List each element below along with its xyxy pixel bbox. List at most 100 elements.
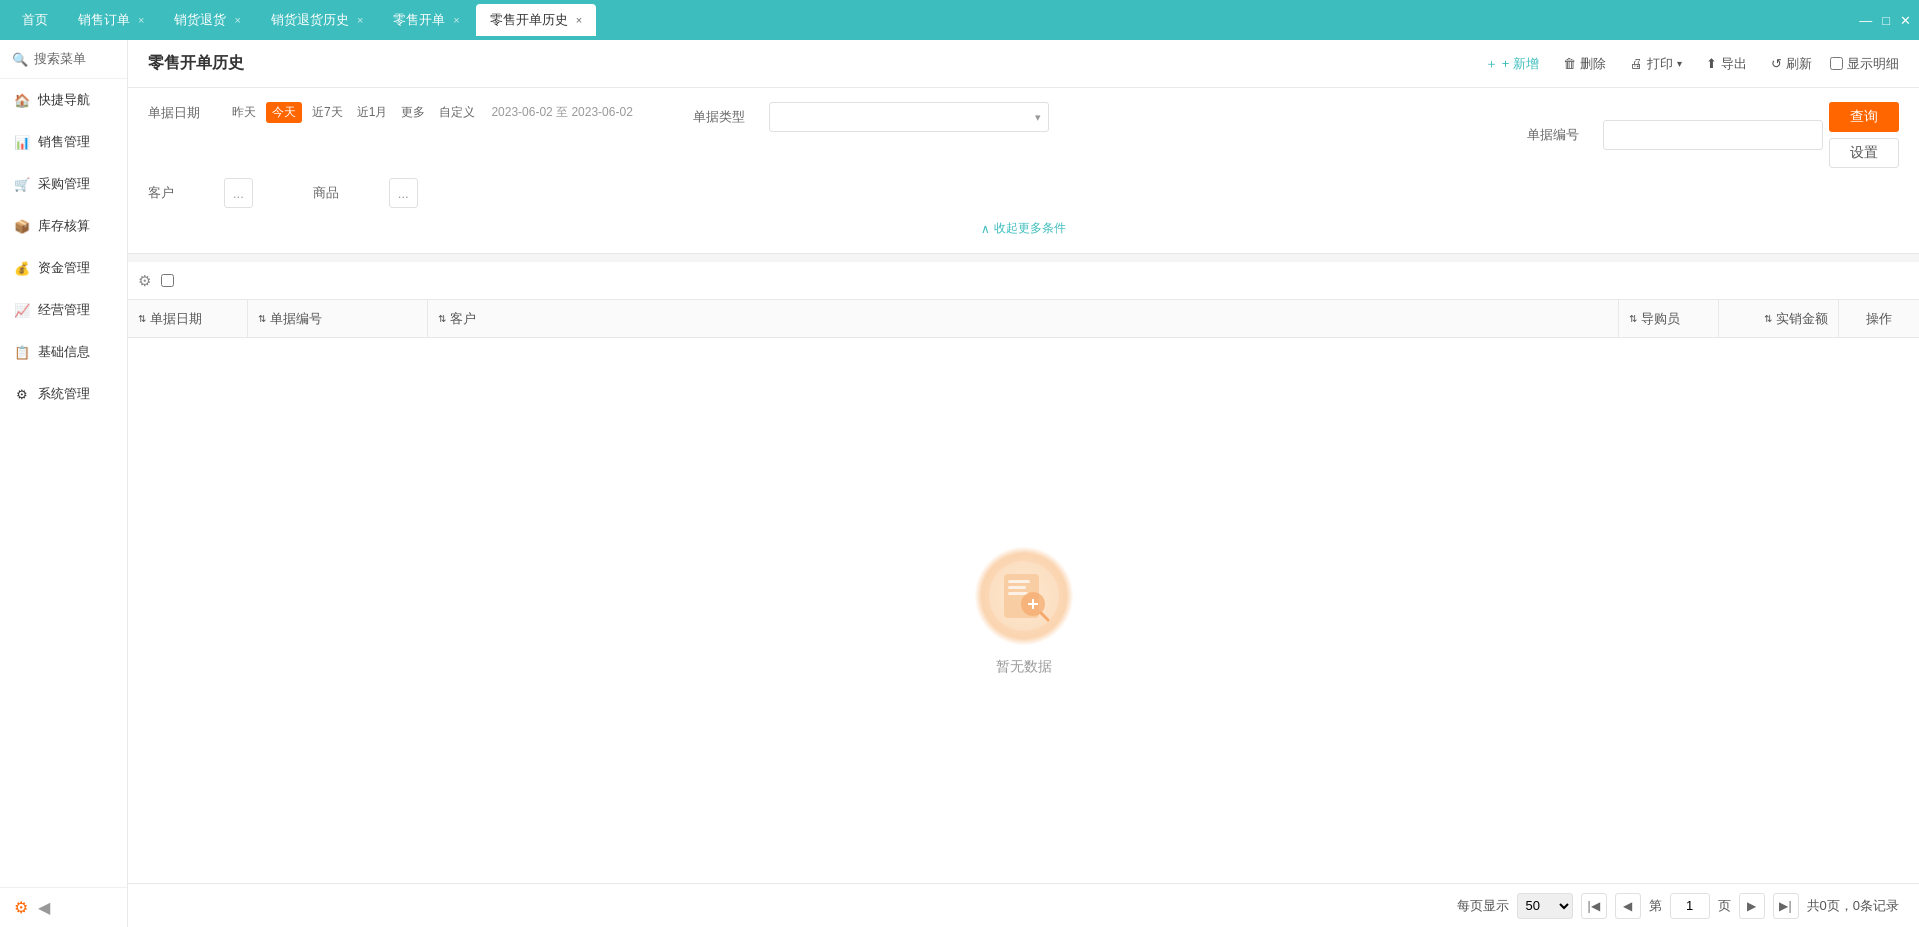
sidebar-item-system-label: 系统管理 xyxy=(38,385,90,403)
sidebar-search-label: 搜索菜单 xyxy=(34,50,86,68)
window-controls: — □ ✕ xyxy=(1859,13,1911,28)
sort-amount-icon[interactable]: ⇅ xyxy=(1764,313,1772,324)
print-icon: 🖨 xyxy=(1630,56,1643,71)
customer-select-btn[interactable]: ... xyxy=(224,178,253,208)
last7days-btn[interactable]: 近7天 xyxy=(308,102,347,123)
tab-sales-order-close[interactable]: × xyxy=(138,14,144,26)
th-operation-label: 操作 xyxy=(1866,310,1892,328)
select-all-checkbox[interactable] xyxy=(161,274,174,287)
query-button[interactable]: 查询 xyxy=(1829,102,1899,132)
sidebar-item-quick-nav-label: 快捷导航 xyxy=(38,91,90,109)
sidebar-item-purchase-mgmt-label: 采购管理 xyxy=(38,175,90,193)
last1month-btn[interactable]: 近1月 xyxy=(353,102,392,123)
sidebar-item-quick-nav[interactable]: 🏠 快捷导航 xyxy=(0,79,127,121)
more-date-btn[interactable]: 更多 xyxy=(397,102,429,123)
settings-gear-icon[interactable]: ⚙ xyxy=(14,898,28,917)
collapse-bar[interactable]: ∧ 收起更多条件 xyxy=(148,214,1899,239)
tab-sales-order[interactable]: 销售订单 × xyxy=(64,4,158,36)
sort-guide-icon[interactable]: ⇅ xyxy=(1629,313,1637,324)
export-button[interactable]: ⬆ 导出 xyxy=(1700,51,1753,77)
type-select-wrap: ▾ xyxy=(769,102,1049,132)
refresh-label: 刷新 xyxy=(1786,55,1812,73)
empty-text: 暂无数据 xyxy=(996,658,1052,676)
toolbar: ＋ + 新增 🗑 删除 🖨 打印 ▾ ⬆ 导出 ↺ xyxy=(1479,51,1899,77)
th-customer-label: 客户 xyxy=(450,310,476,328)
table-container: ⚙ ⇅ 单据日期 ⇅ 单据编号 ⇅ 客户 ⇅ 导购员 xyxy=(128,262,1919,883)
th-number: ⇅ 单据编号 xyxy=(248,300,428,337)
table-toolbar: ⚙ xyxy=(128,262,1919,300)
maximize-btn[interactable]: □ xyxy=(1882,13,1890,28)
customer-filter-label: 客户 xyxy=(148,184,218,202)
delete-button[interactable]: 🗑 删除 xyxy=(1557,51,1612,77)
sort-customer-icon[interactable]: ⇅ xyxy=(438,313,446,324)
sidebar-item-operations[interactable]: 📈 经营管理 xyxy=(0,289,127,331)
sidebar-item-sales-mgmt[interactable]: 📊 销售管理 xyxy=(0,121,127,163)
main-layout: 🔍 搜索菜单 🏠 快捷导航 📊 销售管理 🛒 采购管理 📦 库存核算 💰 资金管… xyxy=(0,40,1919,927)
sidebar-item-basic-info[interactable]: 📋 基础信息 xyxy=(0,331,127,373)
sidebar-item-purchase-mgmt[interactable]: 🛒 采购管理 xyxy=(0,163,127,205)
empty-svg xyxy=(984,556,1064,636)
tab-home[interactable]: 首页 xyxy=(8,4,62,36)
page-size-label: 每页显示 xyxy=(1457,897,1509,915)
collapse-label: 收起更多条件 xyxy=(994,220,1066,237)
yesterday-btn[interactable]: 昨天 xyxy=(228,102,260,123)
tab-sales-return-close[interactable]: × xyxy=(234,14,240,26)
tab-sales-return-history-label: 销货退货历史 xyxy=(271,11,349,29)
sort-number-icon[interactable]: ⇅ xyxy=(258,313,266,324)
delete-icon: 🗑 xyxy=(1563,56,1576,71)
table-header: ⇅ 单据日期 ⇅ 单据编号 ⇅ 客户 ⇅ 导购员 ⇅ 实销金额 xyxy=(128,300,1919,338)
filter-panel: 单据日期 昨天 今天 近7天 近1月 更多 自定义 2023-06-02 至 2… xyxy=(128,88,1919,254)
sidebar-search[interactable]: 🔍 搜索菜单 xyxy=(0,40,127,79)
quick-nav-icon: 🏠 xyxy=(14,92,30,108)
tab-retail-open[interactable]: 零售开单 × xyxy=(379,4,473,36)
page-label-pre: 第 xyxy=(1649,897,1662,915)
tab-sales-return-history[interactable]: 销货退货历史 × xyxy=(257,4,377,36)
sidebar-item-finance[interactable]: 💰 资金管理 xyxy=(0,247,127,289)
tab-retail-open-close[interactable]: × xyxy=(453,14,459,26)
show-detail-wrapper: 显示明细 xyxy=(1830,55,1899,73)
finance-icon: 💰 xyxy=(14,260,30,276)
tab-sales-return[interactable]: 销货退货 × xyxy=(160,4,254,36)
setting-button[interactable]: 设置 xyxy=(1829,138,1899,168)
refresh-button[interactable]: ↺ 刷新 xyxy=(1765,51,1818,77)
operations-icon: 📈 xyxy=(14,302,30,318)
custom-date-btn[interactable]: 自定义 xyxy=(435,102,479,123)
date-range-display: 2023-06-02 至 2023-06-02 xyxy=(491,104,632,121)
sidebar-item-inventory[interactable]: 📦 库存核算 xyxy=(0,205,127,247)
tab-bar: 首页 销售订单 × 销货退货 × 销货退货历史 × 零售开单 × 零售开单历史 … xyxy=(0,0,1919,40)
table-settings-icon[interactable]: ⚙ xyxy=(138,272,151,290)
number-input[interactable] xyxy=(1603,120,1823,150)
tab-sales-return-history-close[interactable]: × xyxy=(357,14,363,26)
today-btn[interactable]: 今天 xyxy=(266,102,302,123)
sidebar-item-system[interactable]: ⚙ 系统管理 xyxy=(0,373,127,415)
empty-illustration xyxy=(974,546,1074,646)
last-page-btn[interactable]: ▶| xyxy=(1773,893,1799,919)
page-number-input[interactable] xyxy=(1670,893,1710,919)
th-date: ⇅ 单据日期 xyxy=(128,300,248,337)
number-filter-label: 单据编号 xyxy=(1527,126,1597,144)
first-page-btn[interactable]: |◀ xyxy=(1581,893,1607,919)
export-label: 导出 xyxy=(1721,55,1747,73)
show-detail-checkbox[interactable] xyxy=(1830,57,1843,70)
type-select[interactable] xyxy=(769,102,1049,132)
type-filter-label: 单据类型 xyxy=(693,108,763,126)
tab-retail-history[interactable]: 零售开单历史 × xyxy=(476,4,596,36)
sidebar-item-finance-label: 资金管理 xyxy=(38,259,90,277)
next-page-btn[interactable]: ▶ xyxy=(1739,893,1765,919)
system-icon: ⚙ xyxy=(14,386,30,402)
print-button[interactable]: 🖨 打印 ▾ xyxy=(1624,51,1688,77)
th-amount: ⇅ 实销金额 xyxy=(1719,300,1839,337)
tab-retail-history-close[interactable]: × xyxy=(576,14,582,26)
th-number-label: 单据编号 xyxy=(270,310,322,328)
tab-retail-history-label: 零售开单历史 xyxy=(490,11,568,29)
goods-select-btn[interactable]: ... xyxy=(389,178,418,208)
close-btn[interactable]: ✕ xyxy=(1900,13,1911,28)
page-size-select[interactable]: 50 100 200 xyxy=(1517,893,1573,919)
minimize-btn[interactable]: — xyxy=(1859,13,1872,28)
add-button[interactable]: ＋ + 新增 xyxy=(1479,51,1545,77)
prev-page-btn[interactable]: ◀ xyxy=(1615,893,1641,919)
date-options: 昨天 今天 近7天 近1月 更多 自定义 xyxy=(228,102,479,123)
sort-date-icon[interactable]: ⇅ xyxy=(138,313,146,324)
collapse-sidebar-icon[interactable]: ◀ xyxy=(38,898,50,917)
svg-rect-4 xyxy=(1008,592,1028,595)
